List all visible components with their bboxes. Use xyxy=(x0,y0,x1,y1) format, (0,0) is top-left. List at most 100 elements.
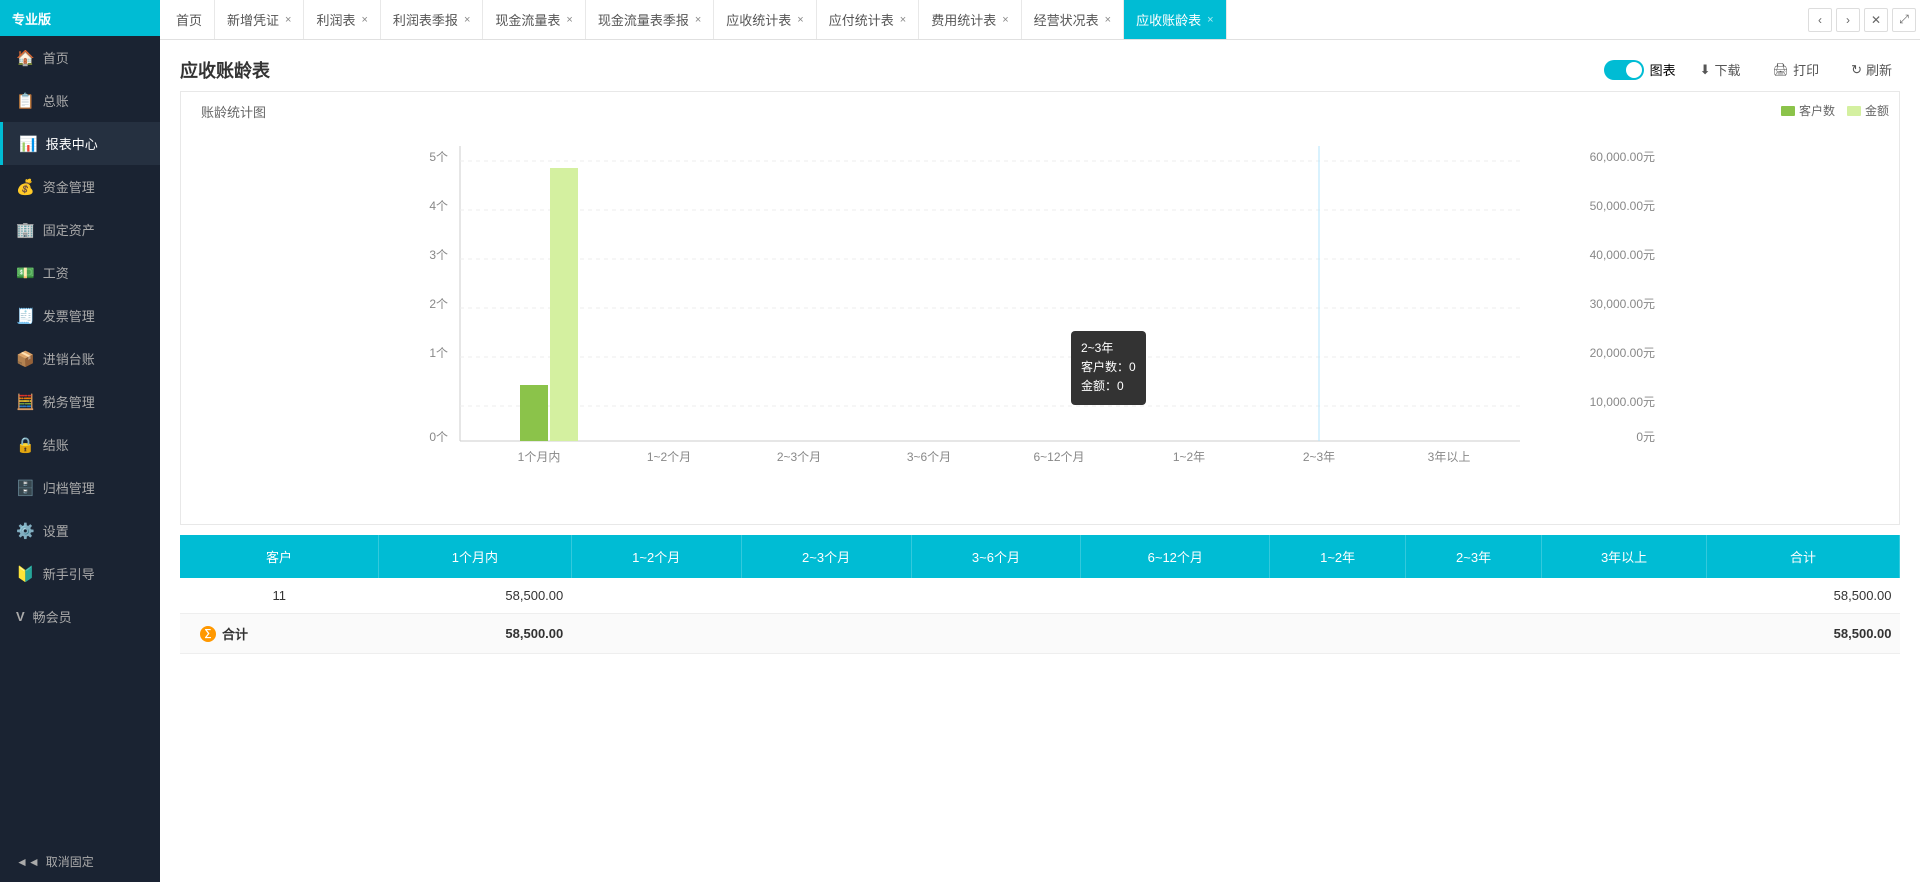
legend-amount-label: 金额 xyxy=(1865,102,1889,119)
svg-text:1个: 1个 xyxy=(429,346,448,360)
svg-text:2~3年: 2~3年 xyxy=(1303,450,1335,464)
svg-text:30,000.00元: 30,000.00元 xyxy=(1590,297,1655,311)
tab-cashflow[interactable]: 现金流量表 × xyxy=(483,0,585,40)
tab-profit-close[interactable]: × xyxy=(361,14,367,26)
archive-icon: 🗄️ xyxy=(16,479,35,497)
bar-amount-1m[interactable] xyxy=(550,168,578,441)
svg-text:20,000.00元: 20,000.00元 xyxy=(1590,346,1655,360)
tab-cashflow-label: 现金流量表 xyxy=(495,10,560,29)
sidebar-item-home[interactable]: 🏠 首页 xyxy=(0,36,160,79)
td-total-m3-6 xyxy=(911,614,1081,654)
tab-operation-status-label: 经营状况表 xyxy=(1034,10,1099,29)
fixed-assets-icon: 🏢 xyxy=(16,221,35,239)
sidebar-item-invoice-management[interactable]: 🧾 发票管理 xyxy=(0,294,160,337)
sidebar-label-fund-management: 资金管理 xyxy=(43,177,95,196)
tab-ar-aging[interactable]: 应收账龄表 × xyxy=(1124,0,1226,40)
svg-text:4个: 4个 xyxy=(429,199,448,213)
svg-text:6~12个月: 6~12个月 xyxy=(1033,450,1084,464)
table-total-row: ∑ 合计 58,500.00 58,500.00 xyxy=(180,614,1900,654)
td-total-y1-2 xyxy=(1270,614,1406,654)
td-within-1m: 58,500.00 xyxy=(378,578,571,614)
td-total-y2-3 xyxy=(1406,614,1542,654)
sidebar-label-fixed-assets: 固定资产 xyxy=(43,220,95,239)
legend-amount-color xyxy=(1847,106,1861,116)
tab-expense-stats-close[interactable]: × xyxy=(1002,14,1008,26)
td-total-m1-2 xyxy=(571,614,741,654)
page-header: 应收账龄表 图表 ⬇ 下载 🖨 打印 ↻ 刷新 xyxy=(160,40,1920,91)
sidebar-item-fixed-assets[interactable]: 🏢 固定资产 xyxy=(0,208,160,251)
tab-payable-stats-close[interactable]: × xyxy=(900,14,906,26)
td-total-m6-12 xyxy=(1081,614,1270,654)
tab-expand-button[interactable]: ⤢ xyxy=(1892,8,1916,32)
tab-receivable-stats-close[interactable]: × xyxy=(797,14,803,26)
tab-home[interactable]: 首页 xyxy=(164,0,215,40)
legend-amount: 金额 xyxy=(1847,102,1889,119)
th-m1-2: 1~2个月 xyxy=(571,535,741,578)
tab-receivable-stats[interactable]: 应收统计表 × xyxy=(714,0,816,40)
legend-customer: 客户数 xyxy=(1781,102,1835,119)
tab-cashflow-quarterly-close[interactable]: × xyxy=(695,14,701,26)
refresh-label: 刷新 xyxy=(1866,60,1892,79)
svg-text:40,000.00元: 40,000.00元 xyxy=(1590,248,1655,262)
tab-new-voucher-close[interactable]: × xyxy=(285,14,291,26)
sidebar-item-tax-management[interactable]: 🧮 税务管理 xyxy=(0,380,160,423)
sidebar-item-settings[interactable]: ⚙️ 设置 xyxy=(0,509,160,552)
unpin-sidebar-button[interactable]: ◄◄ 取消固定 xyxy=(0,841,160,882)
app-logo: 专业版 xyxy=(0,0,160,36)
sidebar-item-vip[interactable]: V 畅会员 xyxy=(0,595,160,638)
sidebar-item-new-guide[interactable]: 🔰 新手引导 xyxy=(0,552,160,595)
td-above-3y xyxy=(1542,578,1707,614)
tab-expense-stats[interactable]: 费用统计表 × xyxy=(919,0,1021,40)
th-within-1m: 1个月内 xyxy=(378,535,571,578)
page-title: 应收账龄表 xyxy=(180,57,270,83)
sidebar-item-general-ledger[interactable]: 📋 总账 xyxy=(0,79,160,122)
tab-next-button[interactable]: › xyxy=(1836,8,1860,32)
download-button[interactable]: ⬇ 下载 xyxy=(1692,56,1749,83)
tab-cashflow-quarterly-label: 现金流量表季报 xyxy=(598,10,689,29)
tab-new-voucher[interactable]: 新增凭证 × xyxy=(215,0,304,40)
tab-operation-status-close[interactable]: × xyxy=(1105,14,1111,26)
td-m3-6 xyxy=(911,578,1081,614)
tab-close-button[interactable]: ✕ xyxy=(1864,8,1888,32)
th-m3-6: 3~6个月 xyxy=(911,535,1081,578)
svg-text:10,000.00元: 10,000.00元 xyxy=(1590,395,1655,409)
table-row: 11 58,500.00 58,500.00 xyxy=(180,578,1900,614)
bar-customer-1m[interactable] xyxy=(520,385,548,441)
toggle-knob[interactable] xyxy=(1604,60,1644,80)
invoice-icon: 🧾 xyxy=(16,307,35,325)
tab-cashflow-close[interactable]: × xyxy=(566,14,572,26)
td-customer: 11 xyxy=(180,578,378,614)
td-m2-3 xyxy=(741,578,911,614)
tab-prev-button[interactable]: ‹ xyxy=(1808,8,1832,32)
home-icon: 🏠 xyxy=(16,49,35,67)
sidebar-label-purchase-sales: 进销台账 xyxy=(43,349,95,368)
tab-nav-buttons: ‹ › ✕ ⤢ xyxy=(1808,8,1916,32)
tab-ar-aging-close[interactable]: × xyxy=(1207,14,1213,26)
chart-title: 账龄统计图 xyxy=(201,102,1879,121)
sidebar-item-archive-management[interactable]: 🗄️ 归档管理 xyxy=(0,466,160,509)
tab-profit[interactable]: 利润表 × xyxy=(304,0,380,40)
tab-profit-quarterly-close[interactable]: × xyxy=(464,14,470,26)
sidebar-label-home: 首页 xyxy=(43,48,69,67)
tab-operation-status[interactable]: 经营状况表 × xyxy=(1022,0,1124,40)
sidebar-item-report-center[interactable]: 📊 报表中心 xyxy=(0,122,160,165)
guide-icon: 🔰 xyxy=(16,565,35,583)
sidebar-label-general-ledger: 总账 xyxy=(43,91,69,110)
tab-cashflow-quarterly[interactable]: 现金流量表季报 × xyxy=(586,0,714,40)
tab-profit-quarterly[interactable]: 利润表季报 × xyxy=(381,0,483,40)
sidebar-item-closing[interactable]: 🔒 结账 xyxy=(0,423,160,466)
print-button[interactable]: 🖨 打印 xyxy=(1765,56,1828,83)
download-label: 下载 xyxy=(1715,60,1741,79)
ledger-icon: 📋 xyxy=(16,92,35,110)
sidebar-item-purchase-sales[interactable]: 📦 进销台账 xyxy=(0,337,160,380)
chart-toggle[interactable]: 图表 xyxy=(1604,60,1676,80)
svg-text:60,000.00元: 60,000.00元 xyxy=(1590,150,1655,164)
sidebar-item-payroll[interactable]: 💵 工资 xyxy=(0,251,160,294)
refresh-button[interactable]: ↻ 刷新 xyxy=(1843,56,1900,83)
sidebar-label-payroll: 工资 xyxy=(43,263,69,282)
th-total: 合计 xyxy=(1707,535,1900,578)
ar-aging-table: 客户 1个月内 1~2个月 2~3个月 3~6个月 6~12个月 1~2年 2~… xyxy=(180,535,1900,654)
td-m6-12 xyxy=(1081,578,1270,614)
tab-payable-stats[interactable]: 应付统计表 × xyxy=(817,0,919,40)
sidebar-item-fund-management[interactable]: 💰 资金管理 xyxy=(0,165,160,208)
